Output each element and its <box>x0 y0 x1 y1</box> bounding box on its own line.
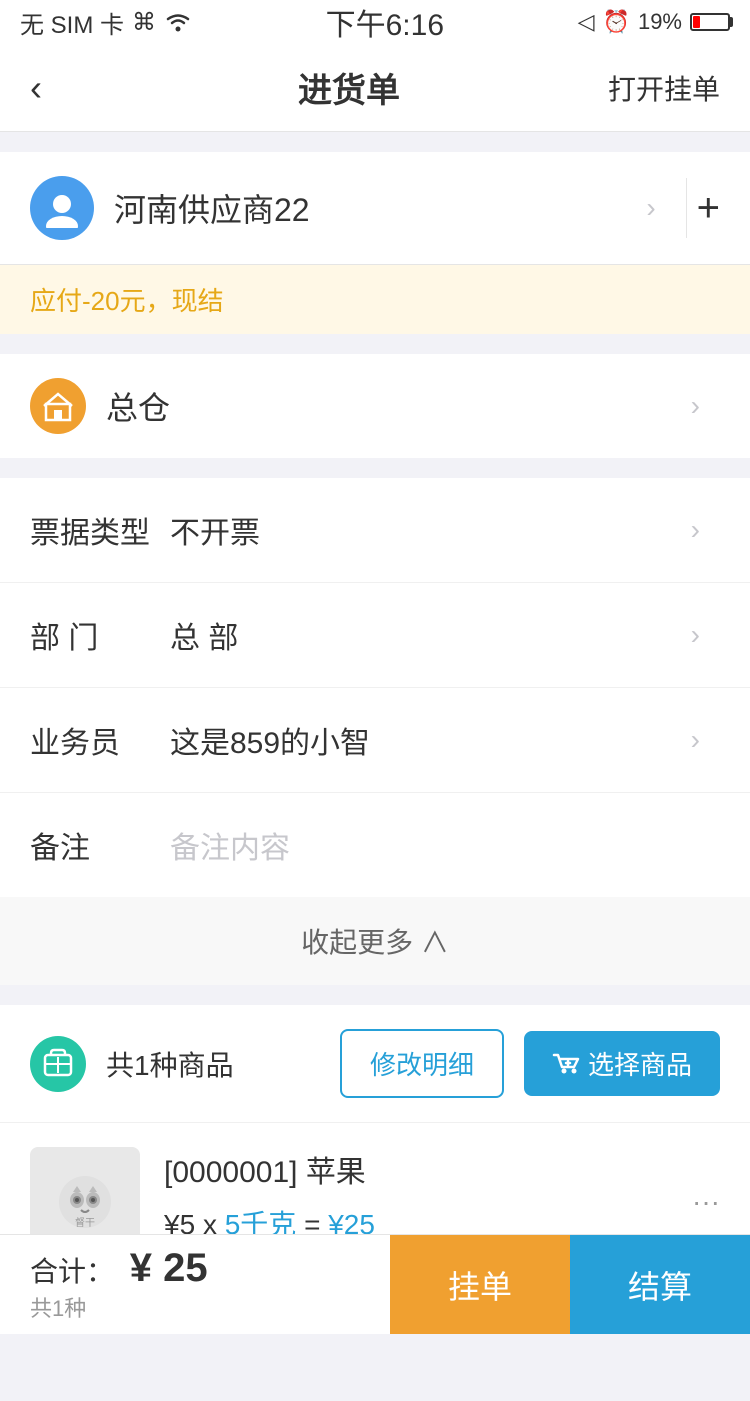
supplier-section: 河南供应商22 › + 应付-20元，现结 <box>0 152 750 334</box>
salesperson-value: 这是859的小智 <box>170 718 691 762</box>
modify-detail-button[interactable]: 修改明细 <box>340 1029 504 1098</box>
pending-button[interactable]: 挂单 <box>390 1235 570 1334</box>
cart-icon <box>552 1053 580 1075</box>
notes-placeholder: 备注内容 <box>170 823 720 867</box>
warehouse-icon <box>30 378 86 434</box>
status-bar: 无 SIM 卡 ⌘ 下午6:16 ◁ ⏰ 19% <box>0 0 750 44</box>
products-count: 共1种商品 <box>106 1044 320 1084</box>
divider <box>686 178 687 238</box>
select-product-button[interactable]: 选择商品 <box>524 1031 720 1096</box>
product-code: [0000001] <box>164 1156 297 1189</box>
product-more-button[interactable]: ··· <box>692 1186 720 1218</box>
bottom-bar: 合计： ¥ 25 共1种 挂单 结算 <box>0 1234 750 1334</box>
wifi-icon: ⌘ <box>132 8 156 37</box>
svg-text:督干: 督干 <box>75 1216 95 1229</box>
products-header: 共1种商品 修改明细 选择商品 <box>0 1005 750 1122</box>
location-icon: ◁ <box>578 9 595 35</box>
notes-row[interactable]: 备注 备注内容 <box>0 792 750 897</box>
warehouse-chevron: › <box>691 390 700 422</box>
warehouse-name: 总仓 <box>106 383 691 429</box>
status-time: 下午6:16 <box>326 0 444 44</box>
product-name: [0000001] 苹果 <box>164 1147 668 1191</box>
wifi-icon-svg <box>164 12 192 32</box>
total-section: 合计： ¥ 25 共1种 <box>0 1246 390 1323</box>
supplier-avatar <box>30 176 94 240</box>
department-row[interactable]: 部 门 总 部 › <box>0 582 750 687</box>
total-label: 合计： <box>30 1256 114 1287</box>
back-button[interactable]: ‹ <box>30 67 90 109</box>
invoice-type-chevron: › <box>691 514 700 546</box>
open-pending-button[interactable]: 打开挂单 <box>608 68 720 108</box>
notes-label: 备注 <box>30 823 170 867</box>
supplier-name: 河南供应商22 <box>114 185 646 231</box>
gap-4 <box>0 985 750 1005</box>
salesperson-label: 业务员 <box>30 718 170 762</box>
product-title: 苹果 <box>306 1156 366 1189</box>
gap-1 <box>0 132 750 152</box>
invoice-type-label: 票据类型 <box>30 508 170 552</box>
salesperson-row[interactable]: 业务员 这是859的小智 › <box>0 687 750 792</box>
department-label: 部 门 <box>30 613 170 657</box>
total-amount: ¥ 25 <box>130 1246 208 1290</box>
department-value: 总 部 <box>170 613 691 657</box>
collapse-button[interactable]: 收起更多 ∧ <box>0 897 750 985</box>
department-chevron: › <box>691 619 700 651</box>
select-product-label: 选择商品 <box>588 1045 692 1082</box>
add-button[interactable]: + <box>697 186 720 231</box>
nav-bar: ‹ 进货单 打开挂单 <box>0 44 750 132</box>
warehouse-row[interactable]: 总仓 › <box>0 354 750 458</box>
product-info: [0000001] 苹果 ¥5 x 5千克 = ¥25 <box>164 1147 668 1243</box>
warehouse-section: 总仓 › <box>0 354 750 458</box>
checkout-button[interactable]: 结算 <box>570 1235 750 1334</box>
page-title: 进货单 <box>298 63 400 112</box>
supplier-chevron: › <box>646 192 655 224</box>
gap-2 <box>0 334 750 354</box>
invoice-type-value: 不开票 <box>170 508 691 552</box>
alert-banner: 应付-20元，现结 <box>0 265 750 334</box>
total-count: 共1种 <box>30 1291 360 1323</box>
owl-logo: 督干 <box>50 1167 120 1237</box>
battery-icon <box>690 13 730 31</box>
battery-percent: 19% <box>638 9 682 35</box>
status-left: 无 SIM 卡 ⌘ <box>20 5 192 40</box>
alarm-icon: ⏰ <box>603 9 630 35</box>
invoice-type-row[interactable]: 票据类型 不开票 › <box>0 478 750 582</box>
salesperson-chevron: › <box>691 724 700 756</box>
sim-status: 无 SIM 卡 <box>20 5 124 40</box>
supplier-row[interactable]: 河南供应商22 › + <box>0 152 750 265</box>
products-icon <box>30 1036 86 1092</box>
status-right: ◁ ⏰ 19% <box>578 9 730 35</box>
gap-3 <box>0 458 750 478</box>
form-section: 票据类型 不开票 › 部 门 总 部 › 业务员 这是859的小智 › 备注 备… <box>0 478 750 897</box>
total-line: 合计： ¥ 25 <box>30 1246 360 1291</box>
